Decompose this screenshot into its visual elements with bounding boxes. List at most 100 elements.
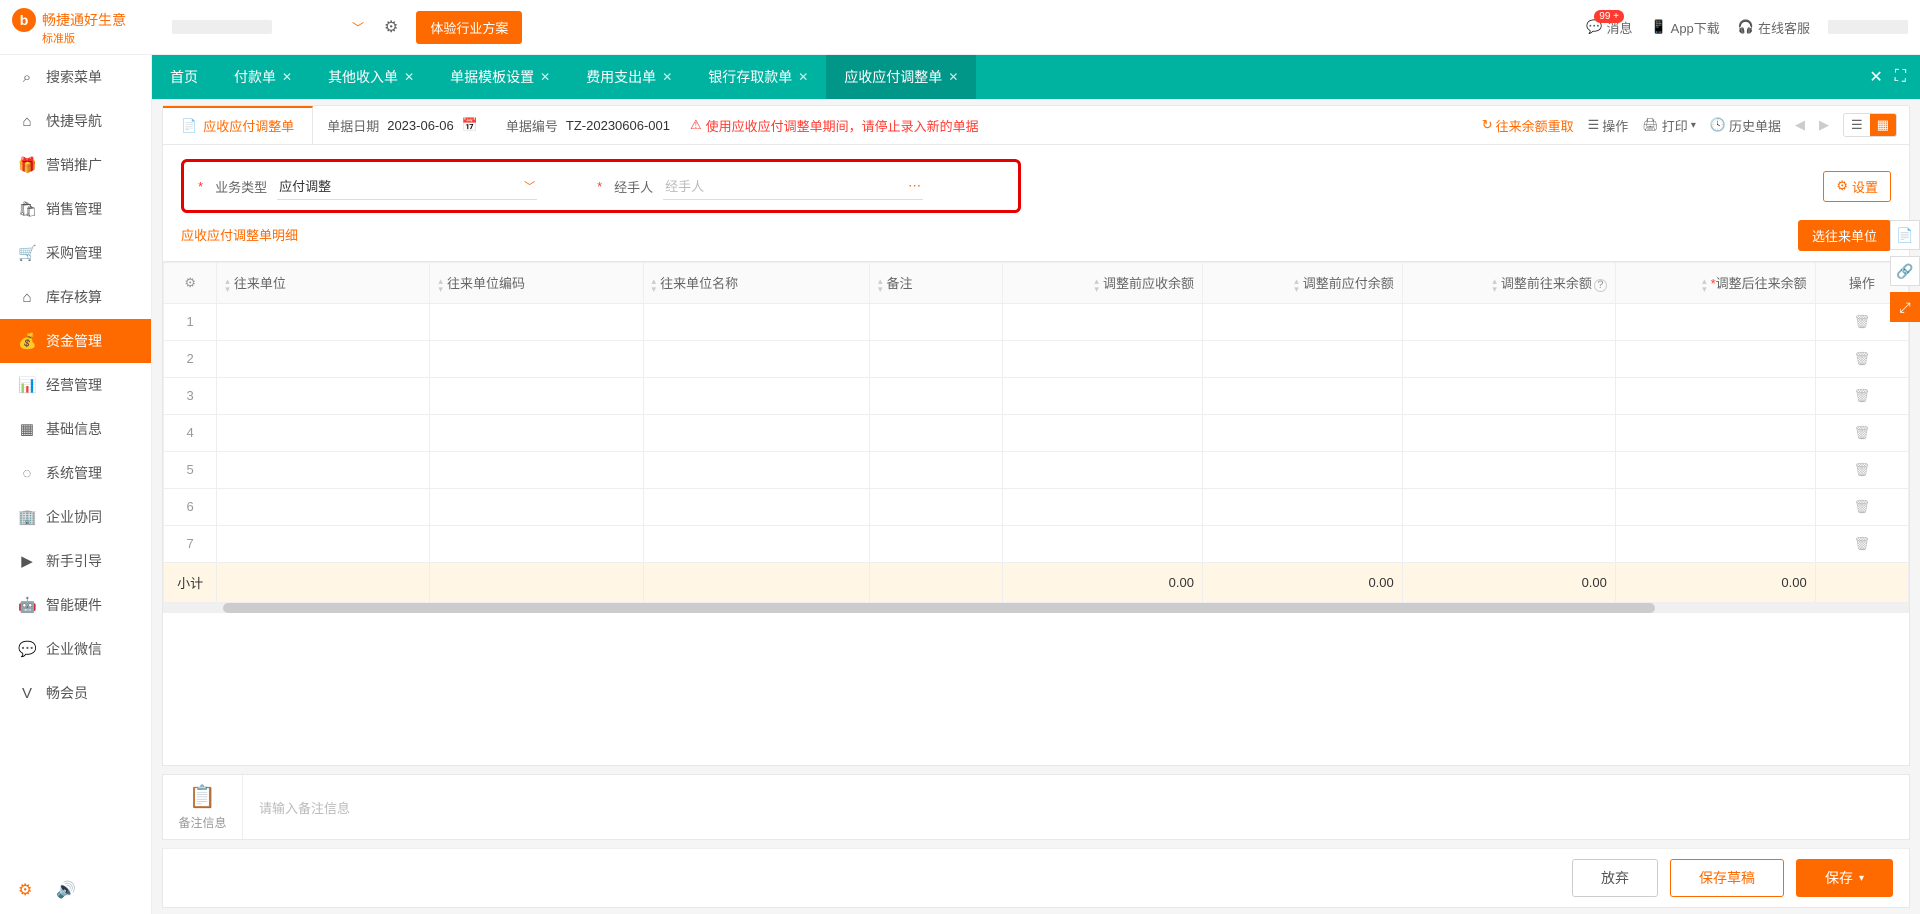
card-view-toggle[interactable]: ▦ xyxy=(1870,114,1896,136)
table-row[interactable]: 6🗑 xyxy=(164,488,1909,525)
table-row[interactable]: 5🗑 xyxy=(164,451,1909,488)
tab-item[interactable]: 银行存取款单✕ xyxy=(690,55,826,99)
sidebar-item[interactable]: ▶ 新手引导 xyxy=(0,539,151,583)
calendar-icon[interactable]: 📅 xyxy=(462,117,478,133)
table-row[interactable]: 7🗑 xyxy=(164,525,1909,562)
table-row[interactable]: 1🗑 xyxy=(164,303,1909,340)
close-icon[interactable]: ✕ xyxy=(948,70,958,84)
sidebar-item[interactable]: 💰资金管理 xyxy=(0,319,151,363)
expand-icon[interactable]: ⛶ xyxy=(1895,68,1906,86)
sidebar-item[interactable]: 🎁营销推广 xyxy=(0,143,151,187)
float-attach-icon[interactable]: 🔗 xyxy=(1890,256,1920,286)
sidebar-item[interactable]: ◌系统管理 xyxy=(0,451,151,495)
col-before-balance: ▴▾调整前往来余额? xyxy=(1402,263,1615,304)
messages-link[interactable]: 💬 99 + 消息 xyxy=(1586,18,1632,37)
save-button[interactable]: 保存 ▾ xyxy=(1796,859,1893,897)
discard-button[interactable]: 放弃 xyxy=(1572,859,1658,897)
tab-item[interactable]: 单据模板设置✕ xyxy=(432,55,568,99)
tab-item[interactable]: 费用支出单✕ xyxy=(568,55,690,99)
sidebar-item[interactable]: 🛍销售管理 xyxy=(0,187,151,231)
delete-icon[interactable]: 🗑 xyxy=(1854,462,1871,477)
float-expand-icon[interactable]: ⤢ xyxy=(1890,292,1920,322)
more-icon[interactable]: ⋯ xyxy=(908,178,921,194)
sort-icon[interactable]: ▴▾ xyxy=(1702,277,1707,293)
print-action[interactable]: 🖨 打印 ▾ xyxy=(1642,116,1696,135)
highlighted-form-section: * 业务类型 应付调整 ﹀ * 经手人 经手人 ⋯ xyxy=(181,159,1021,213)
sidebar-item[interactable]: 🏢企业协同 xyxy=(0,495,151,539)
next-arrow-icon[interactable]: ▶ xyxy=(1819,117,1829,133)
close-icon[interactable]: ✕ xyxy=(404,70,414,84)
sidebar-label: 智能硬件 xyxy=(46,595,102,615)
sound-icon[interactable]: 🔊 xyxy=(56,880,76,900)
delete-icon[interactable]: 🗑 xyxy=(1854,351,1871,366)
tab-item[interactable]: 付款单✕ xyxy=(216,55,310,99)
info-icon[interactable]: ? xyxy=(1594,279,1607,292)
sidebar-item[interactable]: V畅会员 xyxy=(0,671,151,715)
sidebar-icon: 🛍 xyxy=(18,200,36,218)
sort-icon[interactable]: ▴▾ xyxy=(225,277,230,293)
close-icon[interactable]: ✕ xyxy=(540,70,550,84)
close-icon[interactable]: ✕ xyxy=(662,70,672,84)
sidebar-item[interactable]: 🤖智能硬件 xyxy=(0,583,151,627)
sidebar-label: 新手引导 xyxy=(46,551,102,571)
tab-item[interactable]: 其他收入单✕ xyxy=(310,55,432,99)
remarks-input[interactable]: 请输入备注信息 xyxy=(243,798,1909,817)
sidebar-item[interactable]: ⌂库存核算 xyxy=(0,275,151,319)
sort-icon[interactable]: ▴▾ xyxy=(878,277,883,293)
sidebar-label: 快捷导航 xyxy=(46,111,102,131)
handler-input[interactable]: 经手人 ⋯ xyxy=(663,172,923,200)
settings-gear-icon[interactable]: ⚙ xyxy=(384,17,398,37)
sidebar-item[interactable]: 🛒采购管理 xyxy=(0,231,151,275)
sort-icon[interactable]: ▴▾ xyxy=(1094,277,1099,293)
close-icon[interactable]: ✕ xyxy=(282,70,292,84)
sidebar-item[interactable]: ⌕搜索菜单 xyxy=(0,55,151,99)
operate-action[interactable]: ☰ 操作 xyxy=(1588,116,1629,135)
user-avatar[interactable] xyxy=(1828,20,1908,34)
sidebar-icon: ▶ xyxy=(18,552,36,570)
detail-table: ⚙ ▴▾往来单位 ▴▾往来单位编码 ▴▾往来单位名称 ▴▾备注 ▴▾调整前应收余… xyxy=(162,262,1910,766)
table-row[interactable]: 4🗑 xyxy=(164,414,1909,451)
float-note-icon[interactable]: 📄 xyxy=(1890,220,1920,250)
list-view-toggle[interactable]: ☰ xyxy=(1844,114,1870,136)
prev-arrow-icon[interactable]: ◀ xyxy=(1795,117,1805,133)
online-service-link[interactable]: 🎧 在线客服 xyxy=(1738,18,1810,37)
close-tab-icon[interactable]: ✕ xyxy=(1869,67,1882,87)
sort-icon[interactable]: ▴▾ xyxy=(438,277,443,293)
delete-icon[interactable]: 🗑 xyxy=(1854,425,1871,440)
table-row[interactable]: 2🗑 xyxy=(164,340,1909,377)
app-download-link[interactable]: 📱 App下载 xyxy=(1650,18,1719,37)
sidebar-item[interactable]: ▦基础信息 xyxy=(0,407,151,451)
tab-home[interactable]: 首页 xyxy=(152,55,216,99)
delete-icon[interactable]: 🗑 xyxy=(1854,314,1871,329)
sidebar-item[interactable]: 💬企业微信 xyxy=(0,627,151,671)
logo-text: 畅捷通好生意 xyxy=(42,10,126,30)
experience-industry-button[interactable]: 体验行业方案 xyxy=(416,11,522,44)
sort-icon[interactable]: ▴▾ xyxy=(1492,277,1497,293)
company-selector[interactable]: ﹀ xyxy=(172,19,364,36)
col-unit: ▴▾往来单位 xyxy=(217,263,430,304)
col-before-ar: ▴▾调整前应收余额 xyxy=(1003,263,1203,304)
sidebar-item[interactable]: 📊经营管理 xyxy=(0,363,151,407)
select-unit-button[interactable]: 选往来单位 xyxy=(1798,220,1891,251)
logo-icon: b xyxy=(12,8,36,32)
horizontal-scrollbar[interactable] xyxy=(163,603,1909,613)
sort-icon[interactable]: ▴▾ xyxy=(1294,277,1299,293)
form-settings-button[interactable]: ⚙ 设置 xyxy=(1823,171,1891,202)
close-icon[interactable]: ✕ xyxy=(798,70,808,84)
balance-reset-action[interactable]: ↻ 往来余额重取 xyxy=(1482,116,1574,135)
col-after-balance: ▴▾*调整后往来余额 xyxy=(1615,263,1815,304)
delete-icon[interactable]: 🗑 xyxy=(1854,388,1871,403)
delete-icon[interactable]: 🗑 xyxy=(1854,499,1871,514)
settings-icon[interactable]: ⚙ xyxy=(18,880,32,900)
table-config-header[interactable]: ⚙ xyxy=(164,263,217,304)
mobile-icon: 📱 xyxy=(1650,19,1666,35)
delete-icon[interactable]: 🗑 xyxy=(1854,536,1871,551)
sidebar-item[interactable]: ⌂快捷导航 xyxy=(0,99,151,143)
history-action[interactable]: 🕓 历史单据 xyxy=(1710,116,1781,135)
col-unit-code: ▴▾往来单位编码 xyxy=(430,263,643,304)
sort-icon[interactable]: ▴▾ xyxy=(652,277,657,293)
business-type-select[interactable]: 应付调整 ﹀ xyxy=(277,172,537,200)
table-row[interactable]: 3🗑 xyxy=(164,377,1909,414)
tab-item[interactable]: 应收应付调整单✕ xyxy=(826,55,976,99)
save-draft-button[interactable]: 保存草稿 xyxy=(1670,859,1784,897)
